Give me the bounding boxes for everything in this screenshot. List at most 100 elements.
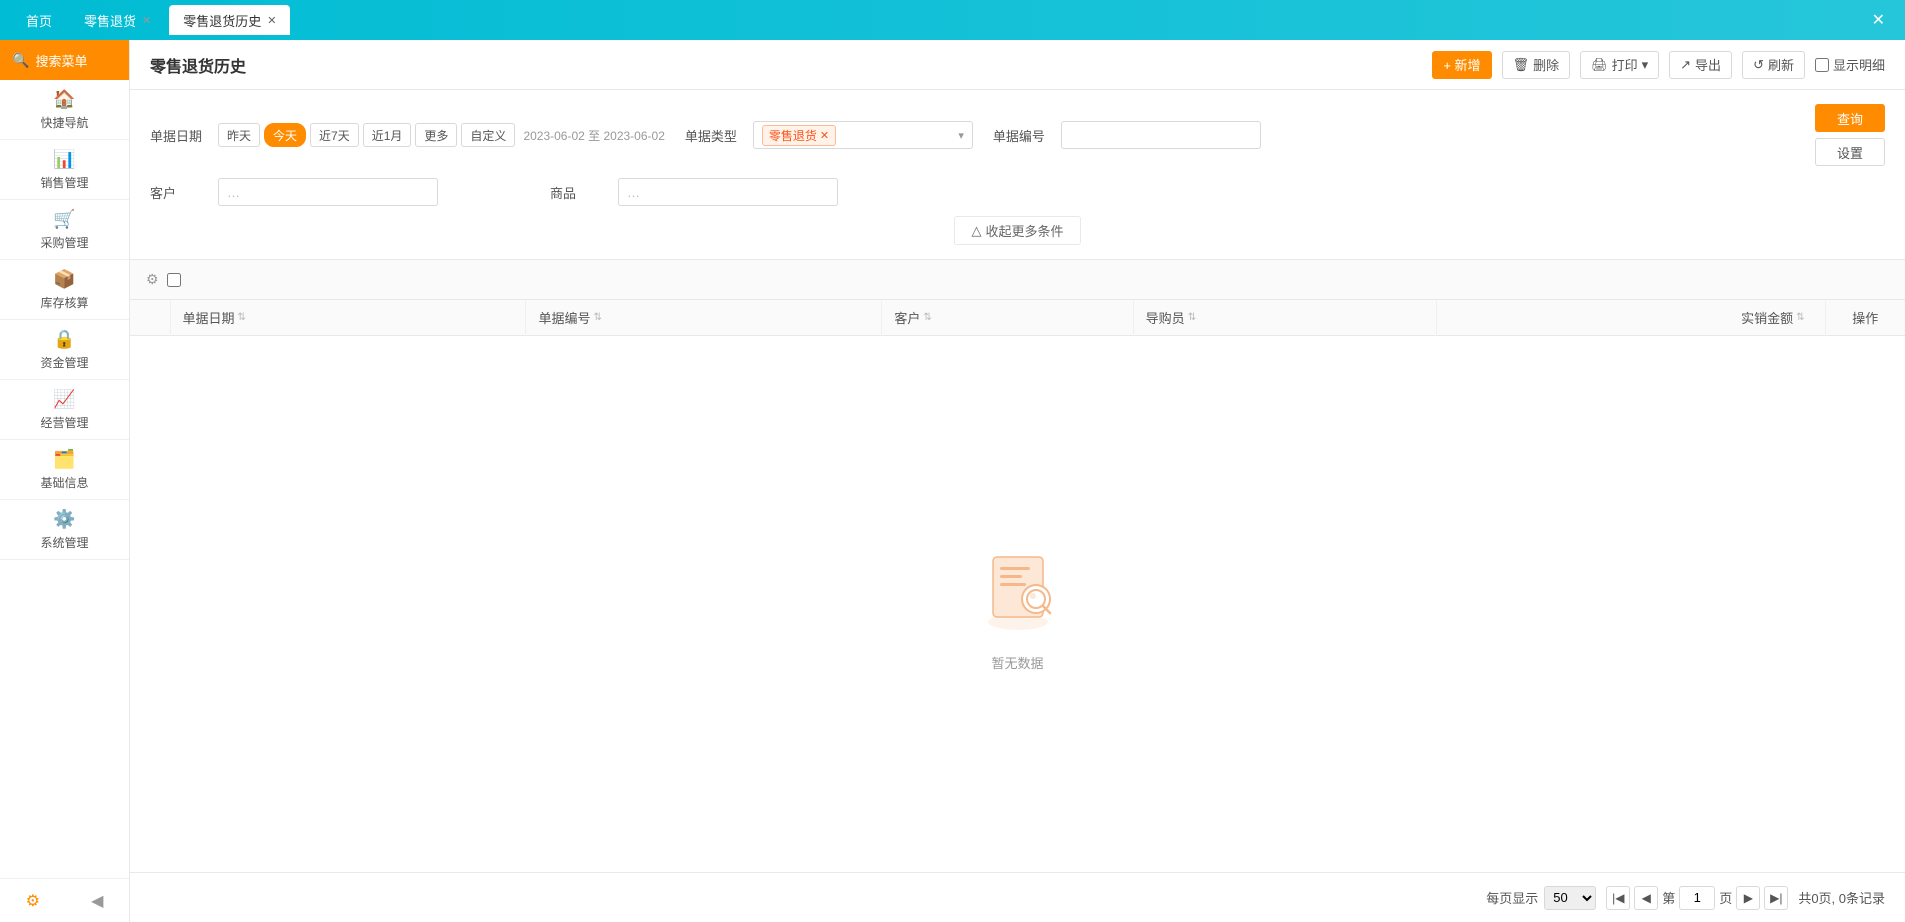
sort-amount-icon: ⇅ [1796, 312, 1804, 323]
page-input[interactable] [1679, 886, 1715, 910]
purchase-icon: 🛒 [53, 209, 75, 230]
doc-no-filter-field: 单据编号 [993, 121, 1795, 149]
system-icon: ⚙️ [53, 509, 75, 530]
show-detail-checkbox-label[interactable]: 显示明细 [1815, 55, 1885, 74]
sidebar: 🔍 搜索菜单 🏠 快捷导航 📊 销售管理 🛒 采购管理 📦 库存核算 🔒 资金管… [0, 40, 130, 922]
tab-home[interactable]: 首页 [12, 5, 66, 35]
per-page-label: 每页显示 [1486, 888, 1538, 907]
sidebar-item-operations[interactable]: 📈 经营管理 [0, 380, 129, 440]
page-navigation: |◀ ◀ 第 页 ▶ ▶| [1606, 886, 1788, 910]
th-amount[interactable]: 实销金额 ⇅ [1437, 300, 1825, 336]
search-icon: 🔍 [12, 52, 29, 69]
page-label: 第 [1662, 888, 1675, 907]
customer-label: 客户 [150, 183, 210, 202]
date-filter-field: 单据日期 昨天 今天 近7天 近1月 更多 自定义 2023-06-02 至 2… [150, 123, 665, 147]
goods-select[interactable]: … [618, 178, 838, 206]
sidebar-item-finance[interactable]: 🔒 资金管理 [0, 320, 129, 380]
th-guide[interactable]: 导购员 ⇅ [1133, 300, 1437, 336]
per-page-select[interactable]: 50 100 200 [1544, 886, 1596, 910]
total-info: 共0页, 0条记录 [1798, 888, 1885, 907]
doc-type-filter-field: 单据类型 零售退货 ✕ ▾ [685, 121, 973, 149]
date-filter-label: 单据日期 [150, 126, 210, 145]
doc-type-tag-close[interactable]: ✕ [820, 129, 829, 142]
table-settings-icon[interactable]: ⚙ [146, 271, 159, 288]
sidebar-search-label: 搜索菜单 [35, 51, 87, 70]
tab-retail-return-history[interactable]: 零售退货历史 ✕ [169, 5, 290, 35]
table-toolbar: ⚙ [130, 260, 1905, 300]
goods-filter-field: 商品 … [550, 178, 838, 206]
filter-area: 单据日期 昨天 今天 近7天 近1月 更多 自定义 2023-06-02 至 2… [130, 90, 1905, 260]
main-layout: 🔍 搜索菜单 🏠 快捷导航 📊 销售管理 🛒 采购管理 📦 库存核算 🔒 资金管… [0, 40, 1905, 922]
topbar: 首页 零售退货 ✕ 零售退货历史 ✕ ✕ [0, 0, 1905, 40]
delete-icon: 🗑 [1513, 57, 1530, 73]
customer-select[interactable]: … [218, 178, 438, 206]
first-page-button[interactable]: |◀ [1606, 886, 1630, 910]
sidebar-item-quick-nav[interactable]: 🏠 快捷导航 [0, 80, 129, 140]
home-icon: 🏠 [53, 89, 75, 110]
export-button[interactable]: ↗ 导出 [1669, 51, 1732, 79]
sidebar-item-label-operations: 经营管理 [40, 414, 88, 431]
sort-doc-date-icon: ⇅ [238, 312, 246, 323]
export-icon: ↗ [1680, 57, 1691, 73]
print-icon: 🖨 [1591, 57, 1608, 73]
sidebar-collapse-button[interactable]: ◀ [91, 891, 103, 911]
filter-row-1: 单据日期 昨天 今天 近7天 近1月 更多 自定义 2023-06-02 至 2… [150, 104, 1885, 166]
th-action: 操作 [1825, 300, 1905, 336]
th-doc-no[interactable]: 单据编号 ⇅ [526, 300, 882, 336]
new-button[interactable]: + 新增 [1432, 51, 1491, 79]
sidebar-search[interactable]: 🔍 搜索菜单 [0, 40, 129, 80]
show-detail-checkbox[interactable] [1815, 58, 1829, 72]
sort-guide-icon: ⇅ [1188, 312, 1196, 323]
last-page-button[interactable]: ▶| [1764, 886, 1788, 910]
sidebar-item-label-sales: 销售管理 [40, 174, 88, 191]
refresh-icon: ↺ [1753, 57, 1764, 73]
select-all-checkbox[interactable] [167, 273, 181, 287]
th-customer[interactable]: 客户 ⇅ [882, 300, 1133, 336]
delete-button[interactable]: 🗑 删除 [1502, 51, 1571, 79]
th-doc-date[interactable]: 单据日期 ⇅ [170, 300, 526, 336]
print-chevron-icon: ▾ [1642, 57, 1649, 73]
page-title: 零售退货历史 [150, 53, 246, 77]
doc-type-select[interactable]: 零售退货 ✕ ▾ [753, 121, 973, 149]
doc-type-chevron-icon: ▾ [958, 129, 964, 142]
date-btn-1month[interactable]: 近1月 [363, 123, 412, 147]
empty-state: 暂无数据 [130, 336, 1905, 872]
sidebar-item-system[interactable]: ⚙️ 系统管理 [0, 500, 129, 560]
sidebar-item-base-info[interactable]: 🗂️ 基础信息 [0, 440, 129, 500]
sidebar-item-label-base-info: 基础信息 [40, 474, 88, 491]
close-tab-retail-return[interactable]: ✕ [142, 14, 151, 27]
inventory-icon: 📦 [53, 269, 75, 290]
sidebar-settings-button[interactable]: ⚙ [26, 891, 40, 911]
print-button[interactable]: 🖨 打印 ▾ [1580, 51, 1659, 79]
next-page-button[interactable]: ▶ [1736, 886, 1760, 910]
collapse-filter-button[interactable]: △ 收起更多条件 [954, 216, 1080, 245]
sidebar-item-purchase-mgmt[interactable]: 🛒 采购管理 [0, 200, 129, 260]
doc-no-label: 单据编号 [993, 126, 1053, 145]
date-btn-yesterday[interactable]: 昨天 [218, 123, 260, 147]
tab-retail-return[interactable]: 零售退货 ✕ [70, 5, 165, 35]
sidebar-item-sales-mgmt[interactable]: 📊 销售管理 [0, 140, 129, 200]
doc-no-input[interactable] [1061, 121, 1261, 149]
doc-type-tag: 零售退货 ✕ [762, 125, 836, 146]
filter-settings-button[interactable]: 设置 [1815, 138, 1885, 166]
table-header-row: 单据日期 ⇅ 单据编号 ⇅ 客户 [130, 300, 1905, 336]
sidebar-item-label-inventory: 库存核算 [40, 294, 88, 311]
sidebar-item-label-quick-nav: 快捷导航 [40, 114, 88, 131]
operations-icon: 📈 [53, 389, 75, 410]
date-btn-custom[interactable]: 自定义 [461, 123, 515, 147]
finance-icon: 🔒 [53, 329, 75, 350]
filter-action-buttons: 查询 设置 [1815, 104, 1885, 166]
date-btn-7days[interactable]: 近7天 [310, 123, 359, 147]
close-tab-retail-return-history[interactable]: ✕ [267, 14, 276, 27]
doc-type-select-value: 零售退货 ✕ [762, 125, 952, 146]
sidebar-item-inventory[interactable]: 📦 库存核算 [0, 260, 129, 320]
sales-icon: 📊 [53, 149, 75, 170]
date-btn-more[interactable]: 更多 [415, 123, 457, 147]
prev-page-button[interactable]: ◀ [1634, 886, 1658, 910]
date-btn-today[interactable]: 今天 [264, 123, 306, 147]
refresh-button[interactable]: ↺ 刷新 [1742, 51, 1805, 79]
topbar-close-button[interactable]: ✕ [1864, 6, 1893, 34]
doc-type-label: 单据类型 [685, 126, 745, 145]
data-table: 单据日期 ⇅ 单据编号 ⇅ 客户 [130, 300, 1905, 336]
query-button[interactable]: 查询 [1815, 104, 1885, 132]
